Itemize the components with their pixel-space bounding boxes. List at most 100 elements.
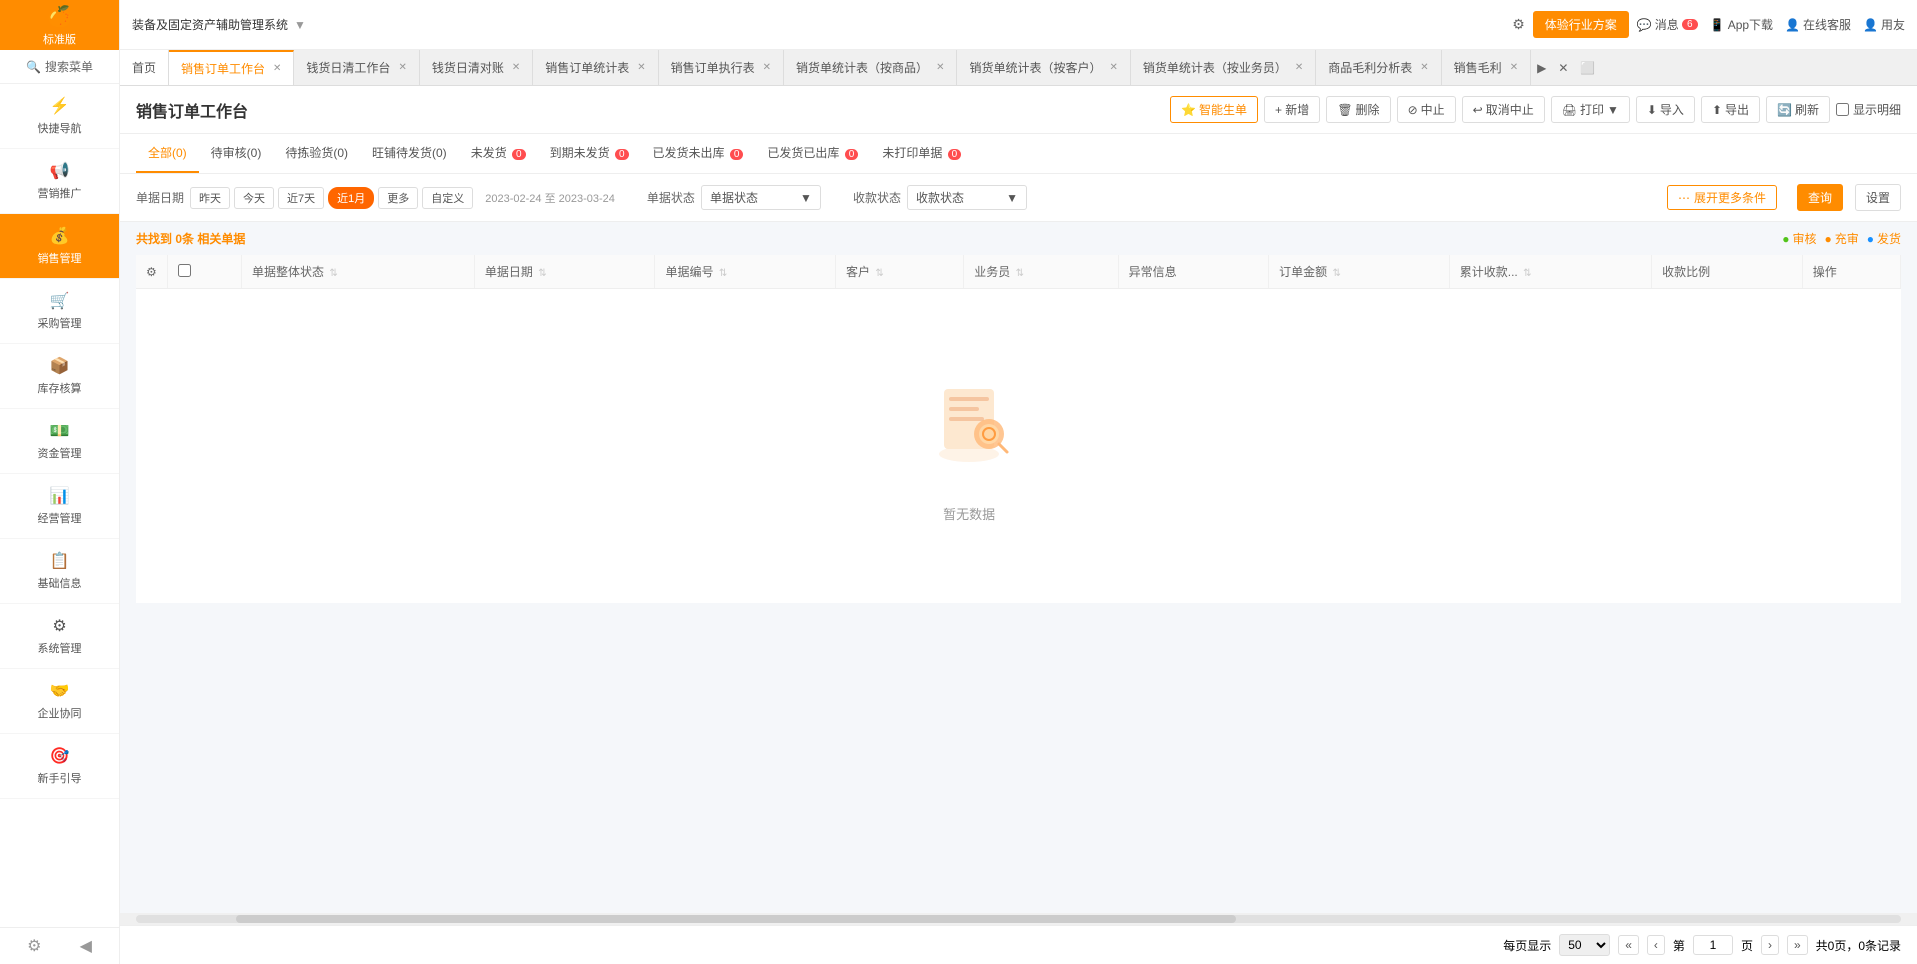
tab-close-icon-10[interactable]: ✕ bbox=[1510, 62, 1518, 73]
message-item[interactable]: 💬 消息 6 bbox=[1637, 16, 1698, 33]
tab-close-all[interactable]: ✕ bbox=[1552, 61, 1574, 75]
audit-action-btn[interactable]: ● 审核 bbox=[1782, 230, 1816, 247]
online-service-item[interactable]: 👤 在线客服 bbox=[1785, 16, 1851, 33]
tab-money-daily[interactable]: 钱货日清工作台 ✕ bbox=[294, 50, 419, 85]
date-btn-7days[interactable]: 近7天 bbox=[278, 187, 324, 209]
tab-money-reconcile[interactable]: 钱货日清对账 ✕ bbox=[420, 50, 533, 85]
tab-sales-workbench[interactable]: 销售订单工作台 ✕ bbox=[169, 50, 294, 85]
industry-btn[interactable]: 体验行业方案 bbox=[1533, 11, 1629, 38]
system-dropdown-icon[interactable]: ▼ bbox=[294, 18, 306, 32]
col-status[interactable]: 单据整体状态 ⇅ bbox=[241, 255, 474, 289]
first-page-btn[interactable]: « bbox=[1618, 935, 1639, 955]
sub-tab-shipped-out[interactable]: 已发货已出库 0 bbox=[755, 134, 870, 173]
sidebar-item-enterprise[interactable]: 🤝 企业协同 bbox=[0, 669, 119, 734]
col-settings[interactable]: ⚙ bbox=[136, 255, 167, 289]
sidebar-item-operations[interactable]: 📊 经营管理 bbox=[0, 474, 119, 539]
tab-sales-staff[interactable]: 销货单统计表（按业务员） ✕ bbox=[1131, 50, 1316, 85]
tab-close-icon-9[interactable]: ✕ bbox=[1420, 62, 1428, 73]
print-btn[interactable]: 🖨 打印 ▼ bbox=[1551, 96, 1630, 123]
sub-tab-shipped-not-out[interactable]: 已发货未出库 0 bbox=[641, 134, 756, 173]
ship-action-btn[interactable]: ● 发货 bbox=[1867, 230, 1901, 247]
stop-btn[interactable]: ⊘ 中止 bbox=[1397, 96, 1456, 123]
date-btn-more[interactable]: 更多 bbox=[378, 187, 418, 209]
date-btn-yesterday[interactable]: 昨天 bbox=[190, 187, 230, 209]
next-page-btn[interactable]: › bbox=[1761, 935, 1779, 955]
date-btn-custom[interactable]: 自定义 bbox=[422, 187, 473, 209]
sidebar-item-basic-info[interactable]: 📋 基础信息 bbox=[0, 539, 119, 604]
tab-close-icon-4[interactable]: ✕ bbox=[637, 62, 645, 73]
tab-close-icon-6[interactable]: ✕ bbox=[936, 62, 944, 73]
show-detail-checkbox[interactable] bbox=[1836, 103, 1849, 116]
tab-sales-product[interactable]: 销货单统计表（按商品） ✕ bbox=[784, 50, 957, 85]
horizontal-scrollbar[interactable] bbox=[120, 913, 1917, 925]
new-btn[interactable]: + 新增 bbox=[1264, 96, 1320, 123]
sub-tab-unshipped[interactable]: 未发货 0 bbox=[459, 134, 538, 173]
import-btn[interactable]: ⬇ 导入 bbox=[1636, 96, 1695, 123]
sidebar-item-quick-nav[interactable]: ⚡ 快捷导航 bbox=[0, 84, 119, 149]
col-amount[interactable]: 订单金额 ⇅ bbox=[1269, 255, 1450, 289]
col-number[interactable]: 单据编号 ⇅ bbox=[655, 255, 836, 289]
col-collected[interactable]: 累计收款... ⇅ bbox=[1449, 255, 1651, 289]
sidebar-item-finance[interactable]: 💵 资金管理 bbox=[0, 409, 119, 474]
select-all-checkbox[interactable] bbox=[178, 264, 191, 277]
sub-tab-overdue-unshipped[interactable]: 到期未发货 0 bbox=[538, 134, 641, 173]
cancel-audit-btn[interactable]: ● 充审 bbox=[1824, 230, 1858, 247]
col-abnormal[interactable]: 异常信息 bbox=[1118, 255, 1269, 289]
collapse-icon[interactable]: ◀ bbox=[80, 936, 92, 956]
tab-close-icon-8[interactable]: ✕ bbox=[1295, 62, 1303, 73]
sub-tab-pending-audit[interactable]: 待审核(0) bbox=[199, 134, 274, 173]
user-item[interactable]: 👤 用友 bbox=[1863, 16, 1905, 33]
sidebar-item-marketing[interactable]: 📢 营销推广 bbox=[0, 149, 119, 214]
date-btn-1month[interactable]: 近1月 bbox=[328, 187, 374, 209]
tab-sales-gross[interactable]: 销售毛利 ✕ bbox=[1442, 50, 1531, 85]
export-btn[interactable]: ⬆ 导出 bbox=[1701, 96, 1760, 123]
delete-btn[interactable]: 🗑 删除 bbox=[1326, 96, 1390, 123]
status-select[interactable]: 单据状态 ▼ bbox=[701, 185, 821, 210]
page-input[interactable] bbox=[1693, 935, 1733, 955]
sidebar-item-inventory[interactable]: 📦 库存核算 bbox=[0, 344, 119, 409]
sidebar-item-sales[interactable]: 💰 销售管理 bbox=[0, 214, 119, 279]
sub-tab-wangpu[interactable]: 旺铺待发货(0) bbox=[360, 134, 459, 173]
query-btn[interactable]: 查询 bbox=[1797, 184, 1843, 211]
smart-create-btn[interactable]: ⭐ 智能生单 bbox=[1170, 96, 1258, 123]
sidebar-item-system[interactable]: ⚙ 系统管理 bbox=[0, 604, 119, 669]
col-customer[interactable]: 客户 ⇅ bbox=[836, 255, 964, 289]
tab-sales-exec[interactable]: 销售订单执行表 ✕ bbox=[659, 50, 784, 85]
sub-tab-all[interactable]: 全部(0) bbox=[136, 134, 199, 173]
col-checkbox[interactable] bbox=[167, 255, 241, 289]
tab-scroll-right[interactable]: ▶ bbox=[1531, 61, 1552, 75]
tab-close-icon-3[interactable]: ✕ bbox=[512, 62, 520, 73]
tab-close-icon-5[interactable]: ✕ bbox=[763, 62, 771, 73]
refresh-btn[interactable]: 🔄 刷新 bbox=[1766, 96, 1830, 123]
tab-maximize[interactable]: ⬜ bbox=[1574, 61, 1601, 75]
col-date[interactable]: 单据日期 ⇅ bbox=[474, 255, 655, 289]
table-settings-icon[interactable]: ⚙ bbox=[146, 265, 157, 279]
sub-tab-pending-check[interactable]: 待拣验货(0) bbox=[273, 134, 360, 173]
cancel-stop-btn[interactable]: ↩ 取消中止 bbox=[1462, 96, 1545, 123]
header-gear-icon[interactable]: ⚙ bbox=[1512, 16, 1525, 33]
col-staff[interactable]: 业务员 ⇅ bbox=[964, 255, 1118, 289]
date-btn-today[interactable]: 今天 bbox=[234, 187, 274, 209]
tab-close-icon-2[interactable]: ✕ bbox=[398, 62, 406, 73]
show-detail-label[interactable]: 显示明细 bbox=[1836, 101, 1901, 118]
sub-tab-unprinted[interactable]: 未打印单据 0 bbox=[870, 134, 973, 173]
scrollbar-thumb[interactable] bbox=[236, 915, 1236, 923]
tab-bar: 首页 销售订单工作台 ✕ 钱货日清工作台 ✕ 钱货日清对账 ✕ 销售订单统计表 … bbox=[120, 50, 1917, 86]
payment-select[interactable]: 收款状态 ▼ bbox=[907, 185, 1027, 210]
sidebar-item-beginner[interactable]: 🎯 新手引导 bbox=[0, 734, 119, 799]
tab-sales-stats[interactable]: 销售订单统计表 ✕ bbox=[533, 50, 658, 85]
settings-btn[interactable]: 设置 bbox=[1855, 184, 1901, 211]
prev-page-btn[interactable]: ‹ bbox=[1647, 935, 1665, 955]
expand-btn[interactable]: ⋯ 展开更多条件 bbox=[1667, 185, 1777, 210]
sidebar-item-search[interactable]: 🔍 搜索菜单 bbox=[0, 50, 119, 84]
tab-home[interactable]: 首页 bbox=[120, 50, 169, 85]
last-page-btn[interactable]: » bbox=[1787, 935, 1808, 955]
tab-close-icon[interactable]: ✕ bbox=[273, 63, 281, 74]
tab-sales-customer[interactable]: 销货单统计表（按客户） ✕ bbox=[957, 50, 1130, 85]
tab-close-icon-7[interactable]: ✕ bbox=[1109, 62, 1117, 73]
per-page-select[interactable]: 50 10 20 100 bbox=[1559, 934, 1610, 956]
tab-gross-margin[interactable]: 商品毛利分析表 ✕ bbox=[1316, 50, 1441, 85]
app-download-item[interactable]: 📱 App下载 bbox=[1710, 16, 1773, 33]
sidebar-item-purchase[interactable]: 🛒 采购管理 bbox=[0, 279, 119, 344]
settings-bottom-icon[interactable]: ⚙ bbox=[27, 936, 41, 956]
